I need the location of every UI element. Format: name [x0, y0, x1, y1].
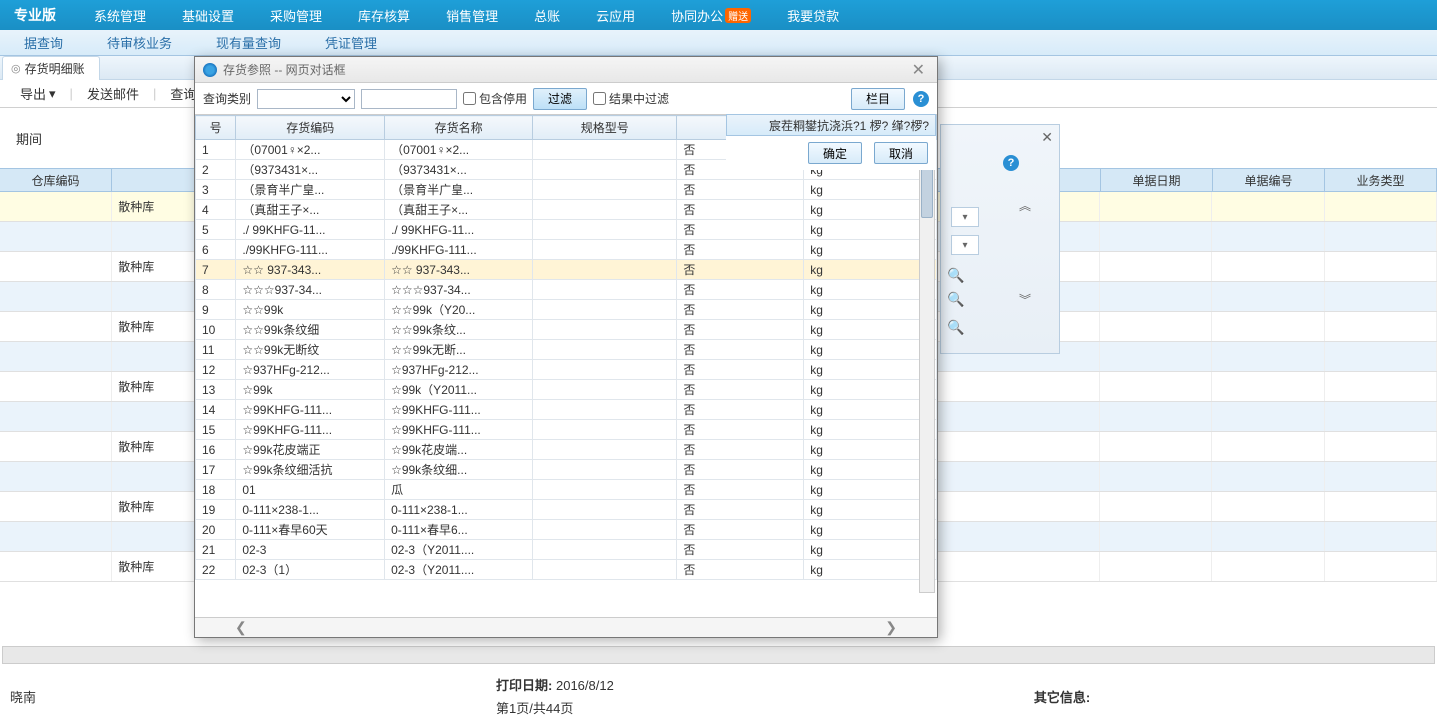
dialog-table-row[interactable]: 15☆99KHFG-111...☆99KHFG-111...否kg [196, 420, 937, 440]
dialog-table-row[interactable]: 10☆☆99k条纹细☆☆99k条纹...否kg [196, 320, 937, 340]
tab-title: 存货明细账 [25, 60, 85, 77]
side-panel-close-icon[interactable]: ✕ [1041, 129, 1053, 146]
include-discontinued-checkbox[interactable]: 包含停用 [463, 90, 527, 107]
dialog-table-row[interactable]: 17☆99k条纹细活抗☆99k条纹细...否kg [196, 460, 937, 480]
search-icon-2[interactable]: 🔍 [947, 291, 965, 309]
dialog-title-bar[interactable]: 存货参照 -- 网页对话框 ✕ [195, 57, 937, 83]
filter-in-result-checkbox[interactable]: 结果中过滤 [593, 90, 669, 107]
page-info: 第1页/共44页 [496, 698, 614, 717]
side-tool-panel: ✕ ? ︽ ︾ ▾ ▾ 🔍 🔍 🔍 [940, 124, 1060, 354]
dialog-table-row[interactable]: 3（景育半广皇...（景育半广皇...否kg [196, 180, 937, 200]
horizontal-scrollbar[interactable] [2, 646, 1435, 664]
menu-item[interactable]: 销售管理 [428, 6, 516, 25]
dialog-column-header[interactable]: 存货编码 [236, 116, 385, 140]
menu-item[interactable]: 协同办公赠送 [653, 6, 769, 25]
vertical-scrollbar[interactable] [919, 141, 935, 593]
dialog-table-row[interactable]: 9☆☆99k☆☆99k（Y20...否kg [196, 300, 937, 320]
dialog-table-row[interactable]: 6./99KHFG-111..../99KHFG-111...否kg [196, 240, 937, 260]
dialog-table-row[interactable]: 190-111×238-1...0-111×238-1...否kg [196, 500, 937, 520]
dialog-table-row[interactable]: 7☆☆ 937-343...☆☆ 937-343...否kg [196, 260, 937, 280]
dialog-table-row[interactable]: 4（真甜王子×...（真甜王子×...否kg [196, 200, 937, 220]
scroll-up-icon[interactable]: ︽ [1019, 197, 1031, 214]
dialog-table-row[interactable]: 13☆99k☆99k（Y2011...否kg [196, 380, 937, 400]
tab-close-icon[interactable]: ◎ [11, 62, 21, 75]
dialog-toolbar: 查询类别 包含停用 过滤 结果中过滤 栏目 ? [195, 83, 937, 115]
footer: 晓南 打印日期: 2016/8/12 第1页/共44页 其它信息: [0, 666, 1437, 726]
dialog-title-text: 存货参照 -- 网页对话框 [223, 61, 346, 78]
other-info-label: 其它信息: [1034, 690, 1090, 705]
menu-item[interactable]: 系统管理 [76, 6, 164, 25]
query-type-label: 查询类别 [203, 90, 251, 107]
inventory-table[interactable]: 号存货编码存货名称规格型号停用计量单位1（07001♀×2...（07001♀×… [195, 115, 937, 580]
sub-menu-item[interactable]: 凭证管理 [303, 33, 399, 52]
dialog-table-row[interactable]: 1801瓜否kg [196, 480, 937, 500]
sub-menu-bar: 据查询待审核业务现有量查询凭证管理 [0, 30, 1437, 56]
query-type-select[interactable] [257, 89, 355, 109]
footer-left: 晓南 [10, 687, 36, 706]
scroll-down-icon[interactable]: ︾ [1019, 291, 1031, 308]
dialog-table-row[interactable]: 5./ 99KHFG-11..../ 99KHFG-11...否kg [196, 220, 937, 240]
column-header[interactable]: 单据日期 [1101, 169, 1213, 191]
period-label: 期间 [16, 129, 42, 148]
dialog-column-header[interactable]: 规格型号 [533, 116, 677, 140]
app-title: 专业版 [4, 5, 76, 25]
globe-search-icon[interactable]: 🔍 [947, 319, 965, 337]
side-dropdown-1[interactable]: ▾ [951, 207, 979, 227]
column-header[interactable]: 业务类型 [1325, 169, 1437, 191]
send-mail-button[interactable]: 发送邮件 [79, 82, 147, 105]
dialog-table-row[interactable]: 11☆☆99k无断纹☆☆99k无断...否kg [196, 340, 937, 360]
menu-item[interactable]: 我要贷款 [769, 6, 857, 25]
tab-inventory-detail[interactable]: ◎ 存货明细账 [2, 56, 100, 80]
filter-button[interactable]: 过滤 [533, 88, 587, 110]
dialog-table-row[interactable]: 200-111×春早60天0-111×春早6...否kg [196, 520, 937, 540]
main-menu-bar: 专业版 系统管理基础设置采购管理库存核算销售管理总账云应用协同办公赠送我要贷款 [0, 0, 1437, 30]
export-button[interactable]: 导出 ▾ [12, 82, 64, 105]
dialog-table-row[interactable]: 14☆99KHFG-111...☆99KHFG-111...否kg [196, 400, 937, 420]
ok-button[interactable]: 确定 [808, 142, 862, 164]
cancel-button[interactable]: 取消 [874, 142, 928, 164]
sub-menu-item[interactable]: 待审核业务 [85, 33, 194, 52]
ie-icon [203, 63, 217, 77]
scroll-right-icon[interactable]: ❯ [885, 619, 897, 636]
menu-item[interactable]: 云应用 [578, 6, 653, 25]
dialog-grid: 号存货编码存货名称规格型号停用计量单位1（07001♀×2...（07001♀×… [195, 115, 937, 617]
menu-item[interactable]: 总账 [516, 6, 578, 25]
chevron-down-icon: ▾ [49, 86, 56, 102]
print-date-label: 打印日期: [496, 678, 552, 693]
dialog-table-row[interactable]: 2202-3（1）02-3（Y2011....否kg [196, 560, 937, 580]
print-date-value: 2016/8/12 [556, 678, 614, 693]
dialog-table-row[interactable]: 12☆937HFg-212...☆937HFg-212...否kg [196, 360, 937, 380]
dialog-column-header[interactable]: 存货名称 [385, 116, 533, 140]
column-header[interactable]: 仓库编码 [0, 169, 112, 191]
menu-item[interactable]: 基础设置 [164, 6, 252, 25]
search-icon[interactable]: 🔍 [947, 267, 965, 285]
confirm-panel: 宸茬粡鐢抗浇浜?1 椤? 缂?椤? 确定 取消 [726, 114, 936, 170]
column-header[interactable]: 单据编号 [1213, 169, 1325, 191]
menu-item[interactable]: 库存核算 [340, 6, 428, 25]
scroll-left-icon[interactable]: ❮ [235, 619, 247, 636]
gift-badge: 赠送 [725, 8, 751, 23]
dialog-close-icon[interactable]: ✕ [908, 60, 929, 80]
dialog-help-icon[interactable]: ? [913, 91, 929, 107]
columns-button[interactable]: 栏目 [851, 88, 905, 110]
sub-menu-item[interactable]: 现有量查询 [194, 33, 303, 52]
dialog-column-header[interactable]: 号 [196, 116, 236, 140]
menu-item[interactable]: 采购管理 [252, 6, 340, 25]
dialog-table-row[interactable]: 16☆99k花皮端正☆99k花皮端...否kg [196, 440, 937, 460]
query-input[interactable] [361, 89, 457, 109]
dialog-horizontal-scroll[interactable]: ❮ ❯ [195, 617, 937, 637]
sub-menu-item[interactable]: 据查询 [2, 33, 85, 52]
confirm-title: 宸茬粡鐢抗浇浜?1 椤? 缂?椤? [726, 114, 936, 136]
side-dropdown-2[interactable]: ▾ [951, 235, 979, 255]
dialog-table-row[interactable]: 8☆☆☆937-34...☆☆☆937-34...否kg [196, 280, 937, 300]
dialog-table-row[interactable]: 2102-302-3（Y2011....否kg [196, 540, 937, 560]
help-icon[interactable]: ? [1003, 155, 1019, 171]
